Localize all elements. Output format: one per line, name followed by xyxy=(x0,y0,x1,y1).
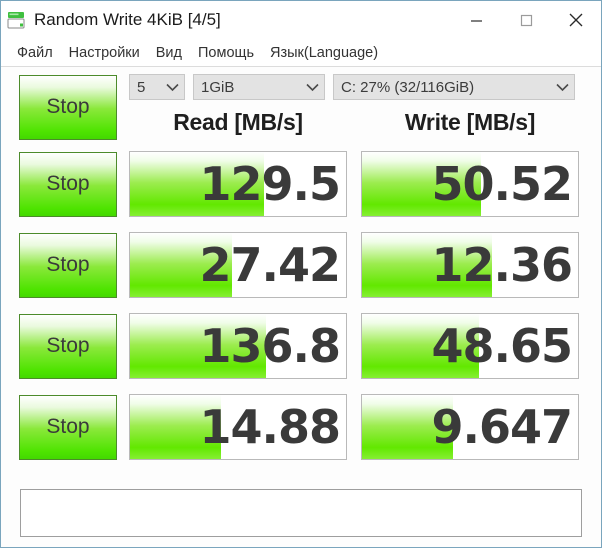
maximize-button[interactable] xyxy=(501,1,551,39)
close-button[interactable] xyxy=(551,1,601,39)
write-value-1: 50.52 xyxy=(431,157,573,211)
disk-drive-icon xyxy=(6,9,28,31)
read-value-2: 27.42 xyxy=(199,238,341,292)
menu-help[interactable]: Помощь xyxy=(190,43,262,63)
title-bar: Random Write 4KiB [4/5] xyxy=(1,1,601,39)
read-value-cell-4: 14.88 xyxy=(129,394,347,460)
window-controls xyxy=(451,1,601,39)
minimize-button[interactable] xyxy=(451,1,501,39)
menu-file[interactable]: Файл xyxy=(9,43,61,63)
window-title: Random Write 4KiB [4/5] xyxy=(34,10,221,29)
read-value-4: 14.88 xyxy=(199,400,341,454)
main-content: 5 1GiB C: 27% (32/116GiB) Read [MB/s] Wr… xyxy=(1,67,601,547)
read-value-1: 129.5 xyxy=(199,157,341,211)
table-row: Stop 27.42 12.36 xyxy=(19,227,583,303)
comment-text-field[interactable] xyxy=(21,490,581,536)
write-value-cell-1: 50.52 xyxy=(361,151,579,217)
stop-button-rnd4k-q32t1[interactable]: Stop xyxy=(19,313,117,379)
read-value-cell-3: 136.8 xyxy=(129,313,347,379)
table-row: Stop 136.8 48.65 xyxy=(19,308,583,384)
stop-button-rnd4k-q1t1[interactable]: Stop xyxy=(19,394,117,460)
toolbar-row: Stop xyxy=(19,73,583,141)
stop-button-seq1m-q8t1[interactable]: Stop xyxy=(19,151,117,217)
comment-input[interactable] xyxy=(20,489,582,537)
read-value-cell-1: 129.5 xyxy=(129,151,347,217)
write-value-4: 9.647 xyxy=(431,400,573,454)
read-value-3: 136.8 xyxy=(199,319,341,373)
read-value-cell-2: 27.42 xyxy=(129,232,347,298)
menu-view[interactable]: Вид xyxy=(148,43,190,63)
write-value-cell-3: 48.65 xyxy=(361,313,579,379)
menu-bar: Файл Настройки Вид Помощь Язык(Language) xyxy=(1,39,601,67)
table-row: Stop 129.5 50.52 xyxy=(19,146,583,222)
menu-settings[interactable]: Настройки xyxy=(61,43,148,63)
menu-language[interactable]: Язык(Language) xyxy=(262,43,386,63)
write-value-cell-4: 9.647 xyxy=(361,394,579,460)
table-row: Stop 14.88 9.647 xyxy=(19,389,583,465)
write-value-cell-2: 12.36 xyxy=(361,232,579,298)
stop-button-all[interactable]: Stop xyxy=(19,74,117,140)
write-value-2: 12.36 xyxy=(431,238,573,292)
results-grid: Stop Stop 129.5 50.52 Stop 27.42 12.36 S… xyxy=(19,73,583,470)
crystaldiskmark-window: Random Write 4KiB [4/5] Файл Настройки В… xyxy=(0,0,602,548)
stop-button-seq1m-q1t1[interactable]: Stop xyxy=(19,232,117,298)
write-value-3: 48.65 xyxy=(431,319,573,373)
